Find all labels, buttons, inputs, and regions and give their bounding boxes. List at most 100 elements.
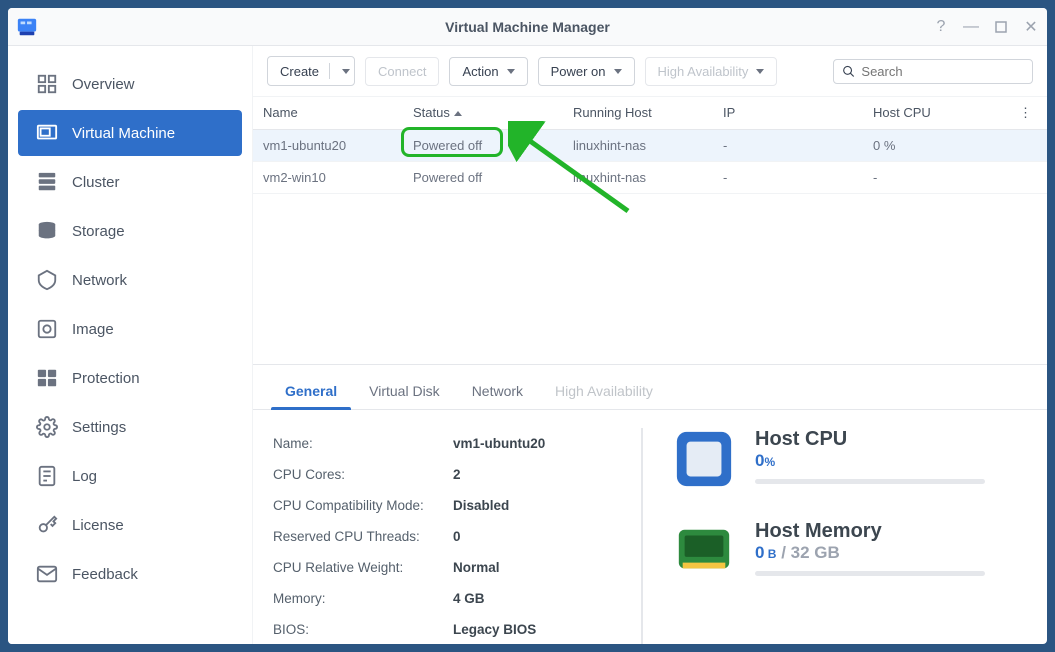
prop-label: Memory:	[273, 591, 453, 606]
host-metrics: Host CPU 0% Host Memory 0 B / 32 GB	[643, 428, 1035, 644]
cpu-icon	[673, 428, 735, 490]
metric-bar	[755, 571, 985, 576]
prop-label: CPU Relative Weight:	[273, 560, 453, 575]
vm-icon	[36, 122, 58, 144]
app-window: Virtual Machine Manager ? — ✕ Overview V…	[8, 8, 1047, 644]
connect-button[interactable]: Connect	[365, 57, 439, 86]
sidebar-item-label: Settings	[72, 419, 126, 436]
prop-label: Name:	[273, 436, 453, 451]
window-title: Virtual Machine Manager	[8, 19, 1047, 35]
memory-icon	[673, 520, 735, 582]
sidebar-item-label: Network	[72, 272, 127, 289]
sidebar-item-label: Cluster	[72, 174, 120, 191]
help-icon[interactable]: ?	[933, 19, 949, 35]
sidebar-item-feedback[interactable]: Feedback	[18, 551, 242, 597]
log-icon	[36, 465, 58, 487]
sidebar-item-label: Log	[72, 468, 97, 485]
power-button[interactable]: Power on	[538, 57, 635, 86]
col-ip[interactable]: IP	[713, 97, 863, 129]
sidebar-item-label: License	[72, 517, 124, 534]
prop-label: Reserved CPU Threads:	[273, 529, 453, 544]
sidebar-item-settings[interactable]: Settings	[18, 404, 242, 450]
cell-cpu: 0 %	[863, 130, 1003, 161]
prop-label: CPU Cores:	[273, 467, 453, 482]
maximize-icon[interactable]	[993, 19, 1009, 35]
close-icon[interactable]: ✕	[1023, 19, 1039, 35]
host-cpu-metric: Host CPU 0%	[673, 428, 1035, 490]
sidebar-item-log[interactable]: Log	[18, 453, 242, 499]
sidebar-item-label: Virtual Machine	[72, 125, 175, 142]
key-icon	[36, 514, 58, 536]
sidebar-item-network[interactable]: Network	[18, 257, 242, 303]
col-name[interactable]: Name	[253, 97, 403, 129]
prop-value: Normal	[453, 560, 500, 575]
tab-network[interactable]: Network	[468, 377, 527, 409]
ha-button[interactable]: High Availability	[645, 57, 778, 86]
cell-status: Powered off	[403, 162, 563, 193]
col-host[interactable]: Running Host	[563, 97, 713, 129]
tab-general[interactable]: General	[281, 377, 341, 409]
table-row[interactable]: vm2-win10 Powered off linuxhint-nas - -	[253, 162, 1047, 194]
metric-bar	[755, 479, 985, 484]
metric-title: Host Memory	[755, 520, 1035, 543]
protection-icon	[36, 367, 58, 389]
image-icon	[36, 318, 58, 340]
chevron-down-icon	[614, 69, 622, 74]
prop-value: Disabled	[453, 498, 509, 513]
prop-value: 4 GB	[453, 591, 485, 606]
cell-name: vm2-win10	[253, 162, 403, 193]
prop-value: 0	[453, 529, 461, 544]
toolbar: Create Connect Action Power on High Avai…	[253, 46, 1047, 97]
table-row[interactable]: vm1-ubuntu20 Powered off linuxhint-nas -…	[253, 130, 1047, 162]
cell-host: linuxhint-nas	[563, 162, 713, 193]
sidebar-item-image[interactable]: Image	[18, 306, 242, 352]
cell-cpu: -	[863, 162, 1003, 193]
sidebar-item-virtual-machine[interactable]: Virtual Machine	[18, 110, 242, 156]
sidebar-item-license[interactable]: License	[18, 502, 242, 548]
detail-tabs: General Virtual Disk Network High Availa…	[253, 365, 1047, 410]
titlebar: Virtual Machine Manager ? — ✕	[8, 8, 1047, 46]
cell-status: Powered off	[403, 130, 563, 161]
network-icon	[36, 269, 58, 291]
create-button[interactable]: Create	[267, 56, 355, 86]
sidebar-item-storage[interactable]: Storage	[18, 208, 242, 254]
table-header: Name Status Running Host IP Host CPU ⋮	[253, 97, 1047, 130]
prop-value: 2	[453, 467, 461, 482]
tab-ha[interactable]: High Availability	[551, 377, 657, 409]
sidebar-item-label: Image	[72, 321, 114, 338]
sort-asc-icon	[454, 111, 462, 116]
col-more[interactable]: ⋮	[1003, 97, 1047, 129]
tab-virtual-disk[interactable]: Virtual Disk	[365, 377, 444, 409]
overview-icon	[36, 73, 58, 95]
detail-panel: General Virtual Disk Network High Availa…	[253, 364, 1047, 644]
col-status[interactable]: Status	[403, 97, 563, 129]
search-input[interactable]	[861, 64, 1024, 79]
search-icon	[842, 64, 855, 79]
sidebar-item-label: Storage	[72, 223, 125, 240]
main-content: Create Connect Action Power on High Avai…	[253, 46, 1047, 644]
vm-properties: Name:vm1-ubuntu20 CPU Cores:2 CPU Compat…	[273, 428, 643, 644]
chevron-down-icon	[756, 69, 764, 74]
envelope-icon	[36, 563, 58, 585]
cell-ip: -	[713, 162, 863, 193]
chevron-down-icon	[507, 69, 515, 74]
prop-label: BIOS:	[273, 622, 453, 637]
sidebar-item-protection[interactable]: Protection	[18, 355, 242, 401]
cell-host: linuxhint-nas	[563, 130, 713, 161]
sidebar-item-cluster[interactable]: Cluster	[18, 159, 242, 205]
gear-icon	[36, 416, 58, 438]
storage-icon	[36, 220, 58, 242]
metric-total: 32	[791, 543, 810, 562]
search-box[interactable]	[833, 59, 1033, 84]
prop-value: Legacy BIOS	[453, 622, 536, 637]
action-button[interactable]: Action	[449, 57, 527, 86]
app-icon	[16, 16, 38, 38]
chevron-down-icon	[342, 69, 350, 74]
sidebar-item-overview[interactable]: Overview	[18, 61, 242, 107]
minimize-icon[interactable]: —	[963, 19, 979, 35]
prop-value: vm1-ubuntu20	[453, 436, 545, 451]
col-cpu[interactable]: Host CPU	[863, 97, 1003, 129]
sidebar: Overview Virtual Machine Cluster Storage…	[8, 46, 253, 644]
metric-title: Host CPU	[755, 428, 1035, 451]
sidebar-item-label: Overview	[72, 76, 135, 93]
